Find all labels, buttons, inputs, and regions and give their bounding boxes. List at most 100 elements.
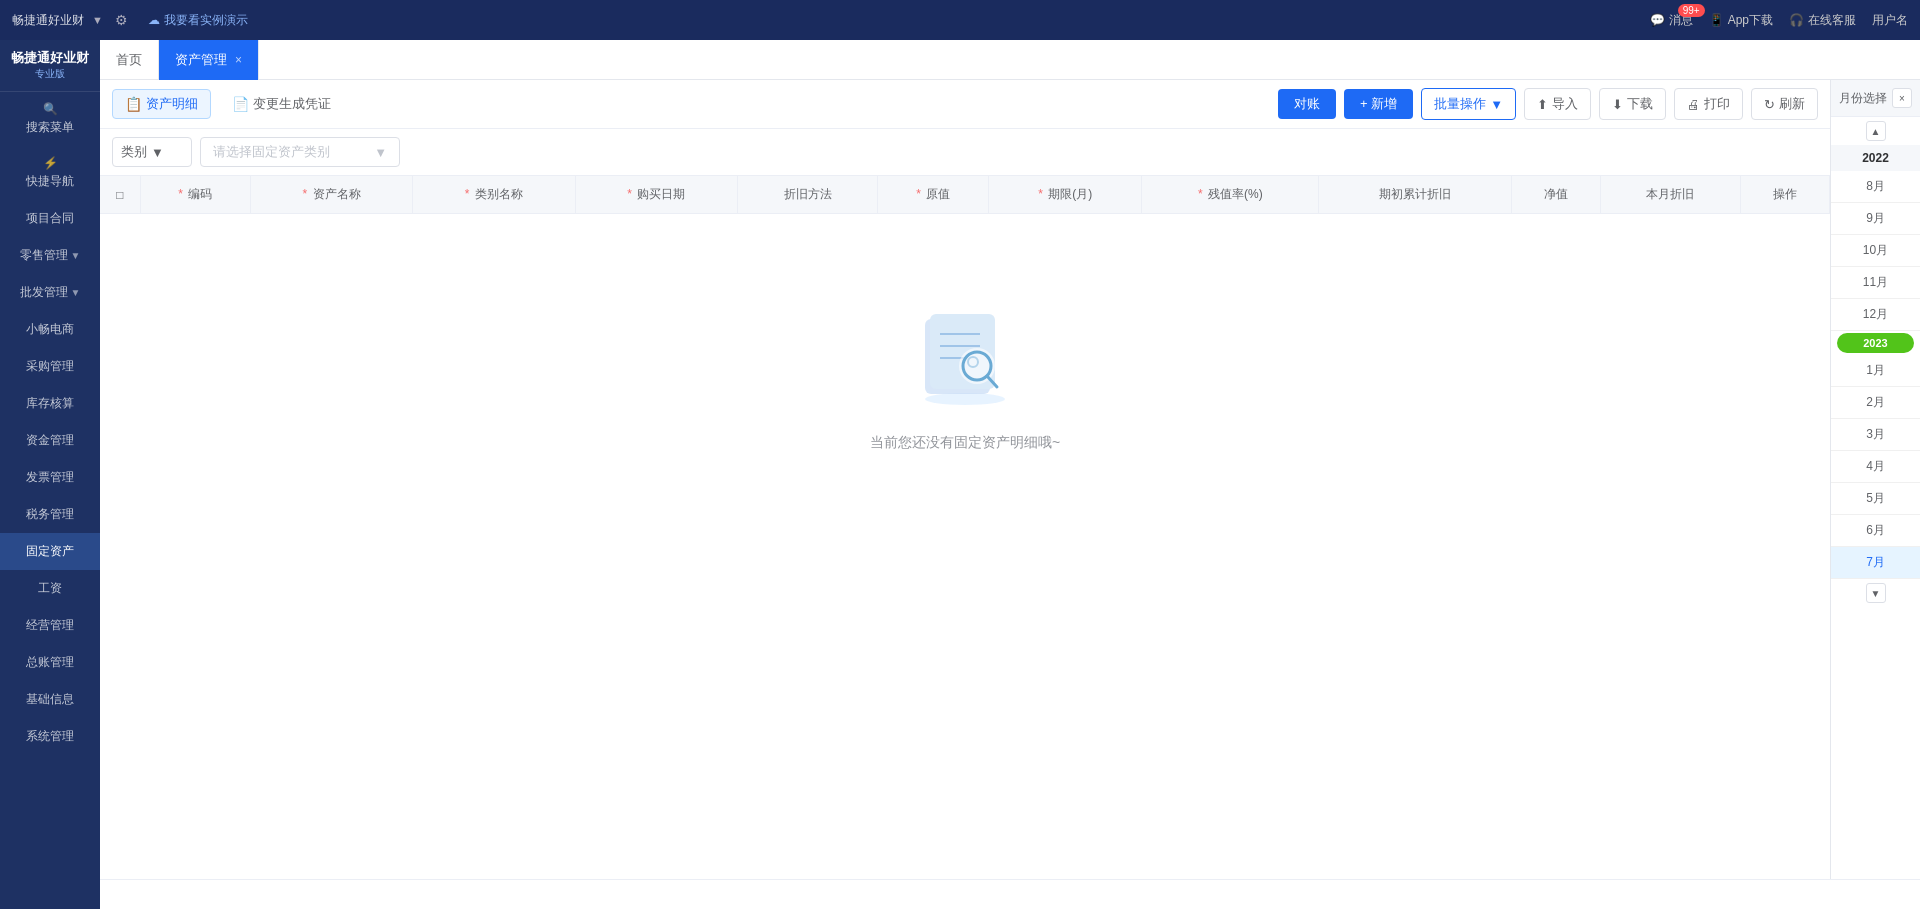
toolbar-buttons: 对账 + 新增 批量操作 ▼ ⬆ 导入 ⬇ 下载 — [1278, 88, 1818, 120]
cloud-icon: ☁ — [148, 13, 160, 27]
month-nav-down-button[interactable]: ▼ — [1866, 583, 1886, 603]
sub-tab-change-voucher[interactable]: 📄 变更生成凭证 — [219, 89, 344, 119]
category-dropdown-icon: ▼ — [151, 145, 164, 160]
reconcile-button[interactable]: 对账 — [1278, 89, 1336, 119]
sidebar-item-purchase[interactable]: 采购管理 — [0, 348, 100, 385]
search-icon: 🔍 — [43, 102, 58, 116]
online-service-button[interactable]: 🎧 在线客服 — [1789, 12, 1856, 29]
sidebar-item-ecommerce[interactable]: 小畅电商 — [0, 311, 100, 348]
sidebar-item-retail[interactable]: 零售管理 ▼ — [0, 237, 100, 274]
category-type-select[interactable]: 类别 ▼ — [112, 137, 192, 167]
assets-table: □ * 编码 * 资产名称 — [100, 176, 1830, 214]
month-nav-up-button[interactable]: ▲ — [1866, 121, 1886, 141]
download-icon: ⬇ — [1612, 97, 1623, 112]
message-badge: 99+ — [1678, 4, 1705, 17]
svg-point-0 — [925, 393, 1005, 405]
month-nav-up: ▲ — [1831, 117, 1920, 145]
month-item-2[interactable]: 2月 — [1831, 387, 1920, 419]
message-icon: 💬 — [1650, 13, 1665, 27]
month-item-1[interactable]: 1月 — [1831, 355, 1920, 387]
col-monthly-depreciation: 本月折旧 — [1600, 176, 1741, 214]
col-original-value: * 原值 — [878, 176, 988, 214]
content-area: 首页 资产管理 × 📋 资产明细 📄 变更生成凭证 — [100, 40, 1920, 909]
sidebar-item-system[interactable]: 系统管理 — [0, 718, 100, 755]
col-code: * 编码 — [140, 176, 250, 214]
user-info[interactable]: 用户名 — [1872, 12, 1908, 29]
add-button[interactable]: + 新增 — [1344, 89, 1413, 119]
sidebar-item-ledger[interactable]: 总账管理 — [0, 644, 100, 681]
sidebar: 畅捷通好业财 专业版 🔍 搜索菜单 ⚡ 快捷导航 项目合同 零售管理 ▼ 批发管… — [0, 40, 100, 909]
category-value-dropdown-icon: ▼ — [374, 145, 387, 160]
settings-icon[interactable]: ⚙ — [115, 12, 128, 28]
month-picker-close[interactable]: × — [1892, 88, 1912, 108]
month-item-5[interactable]: 5月 — [1831, 483, 1920, 515]
month-nav-down: ▼ — [1831, 579, 1920, 607]
tab-home[interactable]: 首页 — [100, 40, 159, 80]
select-all-checkbox[interactable]: □ — [100, 176, 140, 214]
sidebar-item-operations[interactable]: 经营管理 — [0, 607, 100, 644]
message-button[interactable]: 💬 消息 99+ — [1650, 12, 1693, 29]
month-picker-panel: 月份选择 × ▲ 2022 8月 9月 10月 11月 12月 2023 1月 … — [1830, 80, 1920, 879]
nav-tabs: 首页 资产管理 × — [100, 40, 1920, 80]
table-container: □ * 编码 * 资产名称 — [100, 176, 1830, 879]
sidebar-item-inventory[interactable]: 库存核算 — [0, 385, 100, 422]
sidebar-item-fixed-assets[interactable]: 固定资产 — [0, 533, 100, 570]
page-content: 📋 资产明细 📄 变更生成凭证 对账 + 新增 批量操作 ▼ — [100, 80, 1920, 879]
asset-detail-icon: 📋 — [125, 96, 142, 112]
sidebar-item-search[interactable]: 🔍 搜索菜单 — [0, 92, 100, 146]
month-item-10[interactable]: 10月 — [1831, 235, 1920, 267]
month-item-3[interactable]: 3月 — [1831, 419, 1920, 451]
app-title: 畅捷通好业财 — [12, 12, 84, 29]
scroll-indicator — [112, 888, 115, 902]
sidebar-item-basic-info[interactable]: 基础信息 — [0, 681, 100, 718]
sidebar-item-finance[interactable]: 资金管理 — [0, 422, 100, 459]
company-dropdown[interactable]: ▼ — [92, 14, 103, 26]
sub-tab-asset-detail[interactable]: 📋 资产明细 — [112, 89, 211, 119]
headset-icon: 🎧 — [1789, 13, 1804, 27]
empty-text: 当前您还没有固定资产明细哦~ — [870, 434, 1060, 452]
top-bar-right: 💬 消息 99+ 📱 App下载 🎧 在线客服 用户名 — [1650, 12, 1908, 29]
refresh-button[interactable]: ↻ 刷新 — [1751, 88, 1818, 120]
download-button[interactable]: ⬇ 下载 — [1599, 88, 1666, 120]
change-voucher-icon: 📄 — [232, 96, 249, 112]
sidebar-item-tax[interactable]: 税务管理 — [0, 496, 100, 533]
col-purchase-date: * 购买日期 — [575, 176, 737, 214]
sidebar-item-project[interactable]: 项目合同 — [0, 200, 100, 237]
month-item-7[interactable]: 7月 — [1831, 547, 1920, 579]
tab-close-icon[interactable]: × — [235, 53, 242, 67]
print-button[interactable]: 🖨 打印 — [1674, 88, 1743, 120]
app-download-button[interactable]: 📱 App下载 — [1709, 12, 1773, 29]
month-picker-header: 月份选择 × — [1831, 80, 1920, 117]
tab-asset-mgmt[interactable]: 资产管理 × — [159, 40, 259, 80]
print-icon: 🖨 — [1687, 97, 1700, 112]
table-header-row: □ * 编码 * 资产名称 — [100, 176, 1830, 214]
month-item-8[interactable]: 8月 — [1831, 171, 1920, 203]
col-name: * 资产名称 — [250, 176, 412, 214]
sidebar-logo: 畅捷通好业财 专业版 — [0, 40, 100, 92]
filter-bar: 类别 ▼ 请选择固定资产类别 ▼ — [100, 129, 1830, 176]
month-item-9[interactable]: 9月 — [1831, 203, 1920, 235]
col-net-value: 净值 — [1511, 176, 1600, 214]
batch-button[interactable]: 批量操作 ▼ — [1421, 88, 1516, 120]
year-2022-label: 2022 — [1831, 145, 1920, 171]
col-period: * 期限(月) — [988, 176, 1142, 214]
month-item-11[interactable]: 11月 — [1831, 267, 1920, 299]
sidebar-item-wholesale[interactable]: 批发管理 ▼ — [0, 274, 100, 311]
sidebar-item-quick-nav[interactable]: ⚡ 快捷导航 — [0, 146, 100, 200]
sidebar-item-salary[interactable]: 工资 — [0, 570, 100, 607]
col-residual-rate: * 残值率(%) — [1142, 176, 1319, 214]
month-item-12[interactable]: 12月 — [1831, 299, 1920, 331]
top-bar: 畅捷通好业财 ▼ ⚙ ☁ 我要看实例演示 💬 消息 99+ 📱 App下载 🎧 … — [0, 0, 1920, 40]
main-layout: 畅捷通好业财 专业版 🔍 搜索菜单 ⚡ 快捷导航 项目合同 零售管理 ▼ 批发管… — [0, 40, 1920, 909]
sidebar-item-invoice[interactable]: 发票管理 — [0, 459, 100, 496]
phone-icon: 📱 — [1709, 13, 1724, 27]
month-item-6[interactable]: 6月 — [1831, 515, 1920, 547]
col-accumulated-depreciation: 期初累计折旧 — [1319, 176, 1512, 214]
sub-tabs: 📋 资产明细 📄 变更生成凭证 对账 + 新增 批量操作 ▼ — [100, 80, 1830, 129]
category-value-select[interactable]: 请选择固定资产类别 ▼ — [200, 137, 400, 167]
month-item-4[interactable]: 4月 — [1831, 451, 1920, 483]
import-button[interactable]: ⬆ 导入 — [1524, 88, 1591, 120]
main-panel: 📋 资产明细 📄 变更生成凭证 对账 + 新增 批量操作 ▼ — [100, 80, 1830, 879]
empty-illustration — [905, 294, 1025, 414]
demo-link[interactable]: ☁ 我要看实例演示 — [148, 12, 248, 29]
